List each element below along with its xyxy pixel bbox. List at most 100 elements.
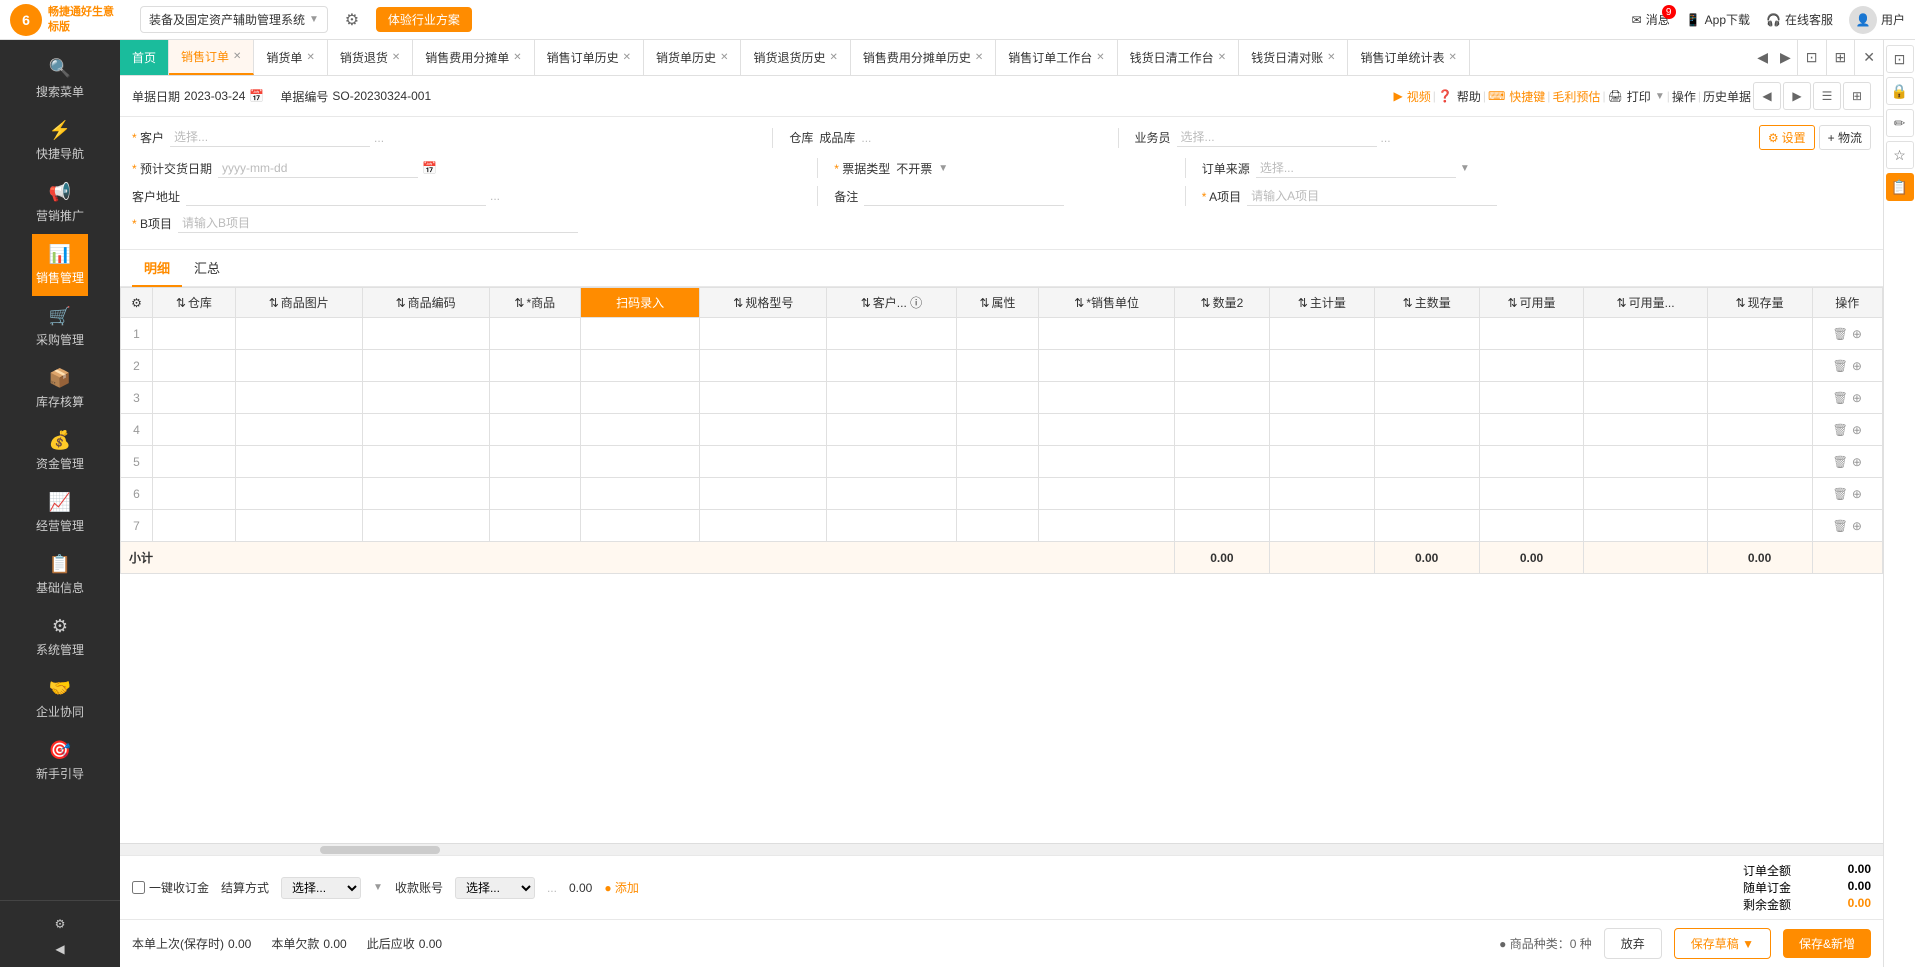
row-cell-5-15[interactable]: [1707, 446, 1812, 478]
delivery-input[interactable]: [218, 159, 418, 178]
row-cell-7-4[interactable]: [489, 510, 580, 542]
sort-icon[interactable]: ⇅: [733, 296, 743, 310]
a-project-input[interactable]: [1247, 187, 1497, 206]
online-service-btn[interactable]: 🎧 在线客服: [1766, 11, 1833, 28]
row-cell-4-15[interactable]: [1707, 414, 1812, 446]
row-cell-7-12[interactable]: [1374, 510, 1479, 542]
row-cell-1-13[interactable]: [1479, 318, 1584, 350]
row-delete-6[interactable]: 🗑: [1833, 487, 1848, 501]
message-btn[interactable]: ✉ 消息 9: [1632, 11, 1670, 28]
row-delete-5[interactable]: 🗑: [1833, 455, 1848, 469]
sidebar-item-8[interactable]: 📋基础信息: [32, 544, 88, 606]
horizontal-scrollbar[interactable]: [120, 843, 1883, 855]
tab-close-8[interactable]: ✕: [975, 52, 983, 63]
row-cell-4-9[interactable]: [1039, 414, 1174, 446]
row-cell-6-2[interactable]: [235, 478, 362, 510]
row-cell-1-14[interactable]: [1584, 318, 1707, 350]
row-cell-4-11[interactable]: [1269, 414, 1374, 446]
row-cell-2-14[interactable]: [1584, 350, 1707, 382]
row-cell-7-3[interactable]: [362, 510, 489, 542]
row-cell-6-8[interactable]: [956, 478, 1039, 510]
row-cell-2-12[interactable]: [1374, 350, 1479, 382]
grid-view-btn[interactable]: ⊞: [1843, 82, 1871, 110]
row-cell-2-6[interactable]: [700, 350, 827, 382]
tab-12[interactable]: 销售订单统计表✕: [1348, 40, 1469, 75]
sort-icon[interactable]: ⇅: [514, 296, 524, 310]
add-material-btn[interactable]: + 物流: [1819, 125, 1871, 150]
sidebar-item-1[interactable]: ⚡快捷导航: [32, 110, 88, 172]
tab-close-5[interactable]: ✕: [623, 52, 631, 63]
method-dropdown-icon[interactable]: ▼: [373, 882, 383, 893]
right-float-btn-2[interactable]: 🔒: [1886, 77, 1914, 105]
order-source-input[interactable]: [1256, 159, 1456, 178]
account-more-btn[interactable]: ...: [547, 881, 557, 895]
tab-2[interactable]: 销货单✕: [254, 40, 327, 75]
row-cell-5-11[interactable]: [1269, 446, 1374, 478]
right-float-btn-5[interactable]: 📋: [1886, 173, 1914, 201]
row-copy-6[interactable]: ⊕: [1852, 487, 1862, 501]
row-cell-1-11[interactable]: [1269, 318, 1374, 350]
row-cell-1-5[interactable]: [580, 318, 699, 350]
row-delete-1[interactable]: 🗑: [1833, 327, 1848, 341]
row-cell-1-3[interactable]: [362, 318, 489, 350]
row-cell-2-10[interactable]: [1174, 350, 1269, 382]
row-cell-7-10[interactable]: [1174, 510, 1269, 542]
row-cell-2-5[interactable]: [580, 350, 699, 382]
tab-close-12[interactable]: ✕: [1449, 52, 1457, 63]
tab-close-2[interactable]: ✕: [306, 52, 314, 63]
row-copy-4[interactable]: ⊕: [1852, 423, 1862, 437]
add-payment-btn[interactable]: ● 添加: [604, 879, 639, 896]
row-cell-7-13[interactable]: [1479, 510, 1584, 542]
row-delete-4[interactable]: 🗑: [1833, 423, 1848, 437]
sidebar-item-4[interactable]: 🛒采购管理: [32, 296, 88, 358]
row-cell-3-7[interactable]: [827, 382, 956, 414]
sort-icon[interactable]: ⇅: [861, 296, 871, 310]
tab-next-btn[interactable]: ▶: [1774, 40, 1797, 75]
sort-icon[interactable]: ⇅: [1298, 296, 1308, 310]
row-cell-2-7[interactable]: [827, 350, 956, 382]
row-cell-3-3[interactable]: [362, 382, 489, 414]
row-cell-1-1[interactable]: [153, 318, 236, 350]
quick-payment-input[interactable]: [132, 881, 145, 894]
row-cell-6-15[interactable]: [1707, 478, 1812, 510]
row-cell-3-2[interactable]: [235, 382, 362, 414]
row-cell-7-14[interactable]: [1584, 510, 1707, 542]
col-settings[interactable]: ⚙: [121, 288, 153, 318]
row-cell-1-9[interactable]: [1039, 318, 1174, 350]
row-cell-1-6[interactable]: [700, 318, 827, 350]
sidebar-item-2[interactable]: 📢营销推广: [32, 172, 88, 234]
row-cell-7-6[interactable]: [700, 510, 827, 542]
row-cell-1-10[interactable]: [1174, 318, 1269, 350]
tab-7[interactable]: 销货退货历史✕: [741, 40, 850, 75]
address-more-btn[interactable]: ...: [490, 189, 500, 203]
row-cell-7-9[interactable]: [1039, 510, 1174, 542]
payment-account-select[interactable]: 选择...: [455, 877, 535, 899]
row-cell-5-4[interactable]: [489, 446, 580, 478]
row-cell-7-1[interactable]: [153, 510, 236, 542]
row-copy-1[interactable]: ⊕: [1852, 327, 1862, 341]
right-float-btn-1[interactable]: ⊡: [1886, 45, 1914, 73]
row-cell-4-14[interactable]: [1584, 414, 1707, 446]
sort-icon[interactable]: ⇅: [1074, 296, 1084, 310]
row-copy-7[interactable]: ⊕: [1852, 519, 1862, 533]
row-cell-5-3[interactable]: [362, 446, 489, 478]
row-cell-4-5[interactable]: [580, 414, 699, 446]
sidebar-item-11[interactable]: 🎯新手引导: [32, 730, 88, 792]
tab-0[interactable]: 首页: [120, 40, 169, 75]
row-cell-6-4[interactable]: [489, 478, 580, 510]
row-cell-3-5[interactable]: [580, 382, 699, 414]
tab-10[interactable]: 钱货日清工作台✕: [1118, 40, 1239, 75]
save-new-btn[interactable]: 保存&新增: [1783, 929, 1871, 958]
row-cell-3-9[interactable]: [1039, 382, 1174, 414]
nav-prev-btn[interactable]: ◀: [1753, 82, 1781, 110]
row-cell-2-3[interactable]: [362, 350, 489, 382]
row-cell-4-10[interactable]: [1174, 414, 1269, 446]
sidebar-item-10[interactable]: 🤝企业协同: [32, 668, 88, 730]
sort-icon[interactable]: ⇅: [269, 296, 279, 310]
row-cell-3-14[interactable]: [1584, 382, 1707, 414]
row-cell-6-9[interactable]: [1039, 478, 1174, 510]
row-cell-3-12[interactable]: [1374, 382, 1479, 414]
sort-icon[interactable]: ⇅: [1403, 296, 1413, 310]
row-cell-1-12[interactable]: [1374, 318, 1479, 350]
tab-9[interactable]: 销售订单工作台✕: [996, 40, 1117, 75]
